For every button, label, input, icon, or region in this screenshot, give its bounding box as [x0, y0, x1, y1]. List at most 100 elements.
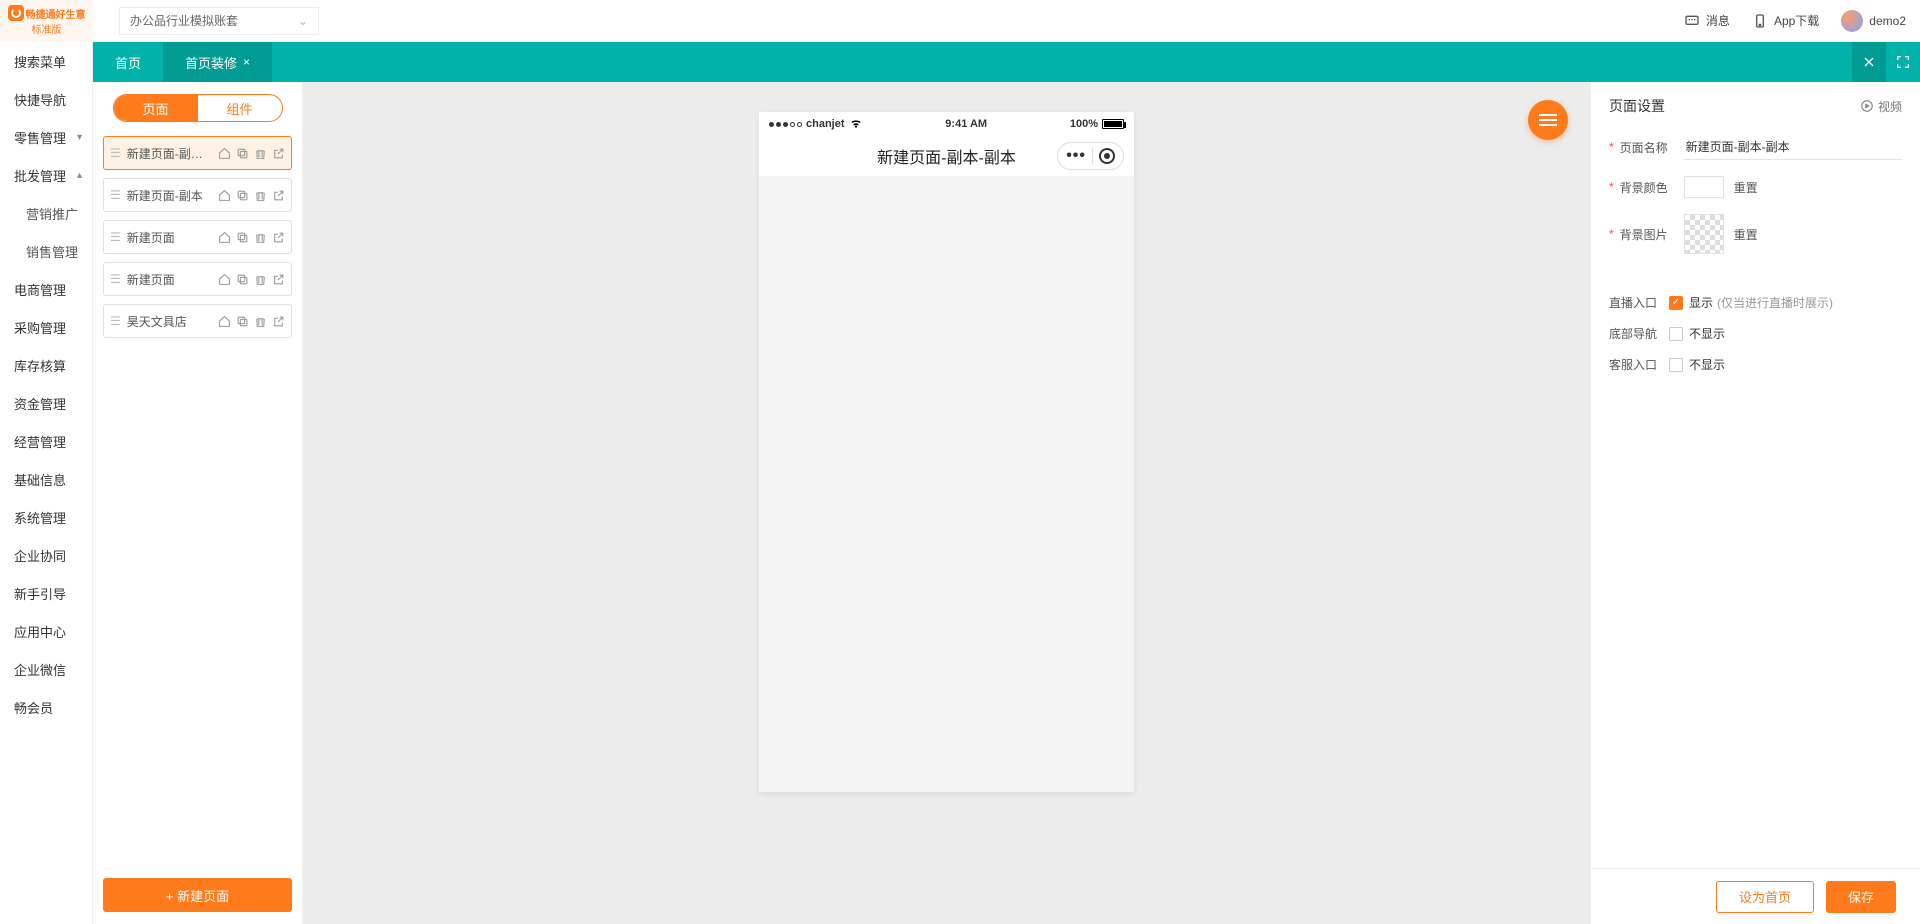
drag-icon[interactable]: ☰ [110, 314, 121, 328]
delete-icon[interactable] [254, 315, 267, 328]
user-menu[interactable]: demo2 [1841, 10, 1906, 32]
sidebar-item-operation[interactable]: 经营管理 [0, 422, 92, 460]
required-mark: * [1609, 227, 1614, 241]
logo-brand: 畅捷通好生意 [26, 6, 86, 21]
bottom-action-bar: 设为首页 保存 [1591, 868, 1920, 924]
logo-edition: 标准版 [32, 21, 62, 36]
video-help-link[interactable]: 视频 [1860, 98, 1902, 115]
page-name-input[interactable] [1684, 134, 1902, 160]
sidebar-item-wechat[interactable]: 企业微信 [0, 650, 92, 688]
sidebar-item-basic[interactable]: 基础信息 [0, 460, 92, 498]
share-icon[interactable] [272, 189, 285, 202]
copy-icon[interactable] [236, 147, 249, 160]
drag-icon[interactable]: ☰ [110, 230, 121, 244]
sidebar-item-member[interactable]: 畅会员 [0, 688, 92, 726]
wifi-icon [849, 117, 863, 132]
sidebar-item-ecommerce[interactable]: 电商管理 [0, 270, 92, 308]
service-text: 不显示 [1689, 356, 1725, 373]
page-list-panel: 页面 组件 ☰ 新建页面-副本... ☰ 新建页面-副本 [93, 82, 303, 924]
page-name: 昊天文具店 [127, 313, 212, 330]
sidebar-item-collab[interactable]: 企业协同 [0, 536, 92, 574]
app-download-button[interactable]: App下载 [1752, 12, 1819, 29]
sidebar-item-retail[interactable]: 零售管理▾ [0, 118, 92, 156]
bg-color-reset[interactable]: 重置 [1734, 179, 1758, 196]
home-icon[interactable] [218, 147, 231, 160]
service-checkbox[interactable] [1669, 358, 1683, 372]
copy-icon[interactable] [236, 315, 249, 328]
messages-button[interactable]: 消息 [1684, 12, 1730, 29]
share-icon[interactable] [272, 273, 285, 286]
chevron-down-icon: ⌄ [298, 14, 308, 28]
drag-icon[interactable]: ☰ [110, 146, 121, 160]
delete-icon[interactable] [254, 189, 267, 202]
segment-components[interactable]: 组件 [198, 95, 282, 121]
account-selector[interactable]: 办公品行业模拟账套 ⌄ [119, 7, 319, 35]
bottom-nav-checkbox[interactable] [1669, 327, 1683, 341]
sidebar-sub-sales[interactable]: 销售管理 [0, 232, 92, 270]
new-page-button[interactable]: + 新建页面 [103, 878, 292, 912]
page-row[interactable]: ☰ 新建页面 [103, 262, 292, 296]
save-button[interactable]: 保存 [1826, 881, 1896, 913]
copy-icon[interactable] [236, 273, 249, 286]
avatar [1841, 10, 1863, 32]
settings-title: 页面设置 [1609, 96, 1665, 116]
home-icon[interactable] [218, 231, 231, 244]
username: demo2 [1869, 14, 1906, 28]
bg-image-swatch[interactable] [1684, 214, 1724, 254]
floating-menu-button[interactable] [1528, 100, 1568, 140]
tab-decorate-label: 首页装修 [185, 53, 237, 72]
live-entry-checkbox[interactable]: ✓ [1669, 296, 1683, 310]
home-icon[interactable] [218, 315, 231, 328]
fullscreen-button[interactable] [1886, 42, 1920, 82]
video-link-label: 视频 [1878, 98, 1902, 115]
phone-body[interactable] [759, 176, 1134, 792]
close-icon[interactable]: × [243, 55, 250, 69]
home-icon[interactable] [218, 189, 231, 202]
signal-icon [769, 122, 802, 127]
app-download-label: App下载 [1774, 12, 1819, 29]
live-entry-text: 显示 [1689, 294, 1713, 311]
delete-icon[interactable] [254, 147, 267, 160]
sidebar-item-inventory[interactable]: 库存核算 [0, 346, 92, 384]
sidebar-item-funds[interactable]: 资金管理 [0, 384, 92, 422]
bg-image-reset[interactable]: 重置 [1734, 226, 1758, 243]
sidebar-item-guide[interactable]: 新手引导 [0, 574, 92, 612]
tab-home[interactable]: 首页 [93, 42, 163, 82]
messages-label: 消息 [1706, 12, 1730, 29]
top-header: 畅捷通好生意 标准版 办公品行业模拟账套 ⌄ 消息 App下载 demo2 [0, 0, 1920, 42]
copy-icon[interactable] [236, 189, 249, 202]
home-icon[interactable] [218, 273, 231, 286]
set-home-button[interactable]: 设为首页 [1716, 881, 1814, 913]
page-row[interactable]: ☰ 新建页面-副本... [103, 136, 292, 170]
page-row[interactable]: ☰ 新建页面-副本 [103, 178, 292, 212]
share-icon[interactable] [272, 147, 285, 160]
sidebar-item-purchase[interactable]: 采购管理 [0, 308, 92, 346]
close-all-tabs-button[interactable] [1852, 42, 1886, 82]
page-name: 新建页面 [127, 271, 212, 288]
sidebar-sub-marketing[interactable]: 营销推广 [0, 194, 92, 232]
page-row[interactable]: ☰ 昊天文具店 [103, 304, 292, 338]
phone-title-bar: 新建页面-副本-副本 ••• [759, 136, 1134, 176]
service-label: 客服入口 [1609, 356, 1669, 373]
drag-icon[interactable]: ☰ [110, 188, 121, 202]
bg-color-swatch[interactable] [1684, 176, 1724, 198]
segment-pages[interactable]: 页面 [114, 95, 198, 121]
delete-icon[interactable] [254, 231, 267, 244]
copy-icon[interactable] [236, 231, 249, 244]
sidebar-item-search[interactable]: 搜索菜单 [0, 42, 92, 80]
share-icon[interactable] [272, 231, 285, 244]
drag-icon[interactable]: ☰ [110, 272, 121, 286]
sidebar-item-wholesale[interactable]: 批发管理▴ [0, 156, 92, 194]
caret-down-icon: ▾ [77, 132, 82, 143]
segment-toggle: 页面 组件 [113, 94, 283, 122]
page-row[interactable]: ☰ 新建页面 [103, 220, 292, 254]
logo[interactable]: 畅捷通好生意 标准版 [0, 0, 93, 42]
share-icon[interactable] [272, 315, 285, 328]
tab-decorate[interactable]: 首页装修 × [163, 42, 272, 82]
sidebar-item-appcenter[interactable]: 应用中心 [0, 612, 92, 650]
sidebar-item-system[interactable]: 系统管理 [0, 498, 92, 536]
delete-icon[interactable] [254, 273, 267, 286]
sidebar-item-quicknav[interactable]: 快捷导航 [0, 80, 92, 118]
miniapp-capsule[interactable]: ••• [1057, 142, 1124, 170]
caret-up-icon: ▴ [77, 170, 82, 181]
